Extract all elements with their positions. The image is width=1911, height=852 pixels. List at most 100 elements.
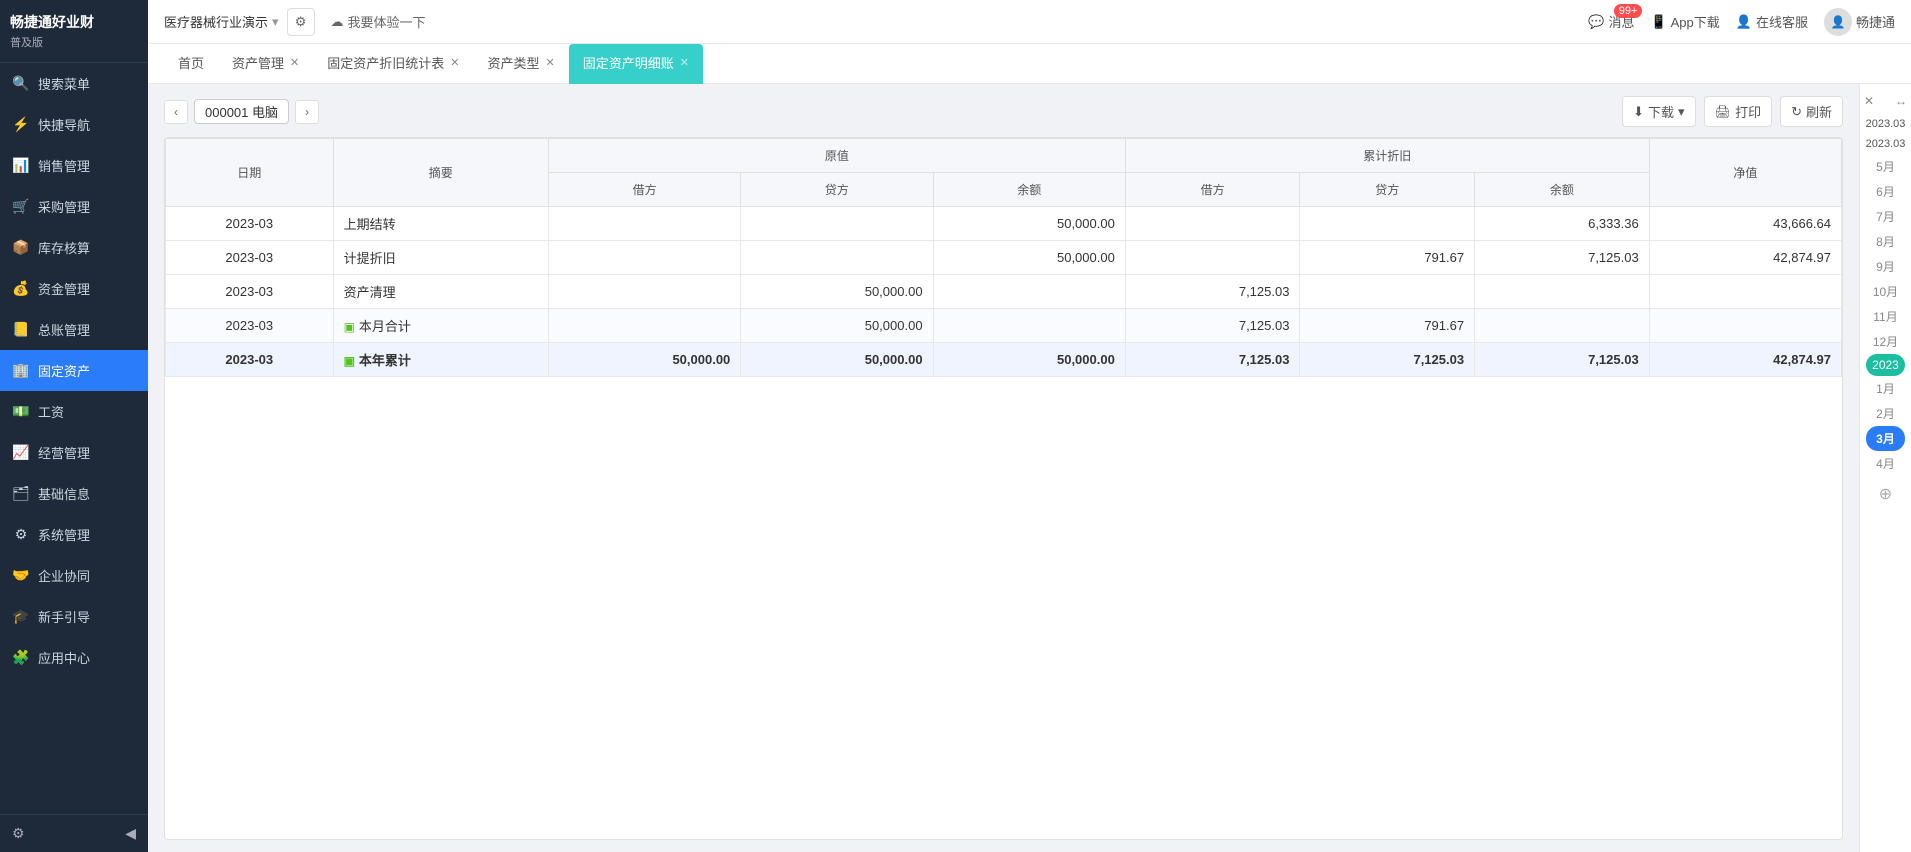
table-row: 2023-03 资产清理 50,000.00 7,125.03 <box>166 275 1842 309</box>
timeline-second-date[interactable]: 2023.03 <box>1860 134 1911 154</box>
cell-orig-credit-4: 50,000.00 <box>741 343 933 377</box>
timeline-item-10[interactable]: 2月 <box>1866 401 1905 426</box>
th-dep-debit: 借方 <box>1125 173 1300 207</box>
cell-net-value-4: 42,874.97 <box>1649 343 1841 377</box>
refresh-label: 刷新 <box>1806 102 1832 121</box>
timeline-item-4[interactable]: 9月 <box>1866 254 1905 279</box>
th-orig-balance: 余额 <box>933 173 1125 207</box>
content-toolbar: ‹ 000001 电脑 › ⬇ 下载 ▾ 🖨 打印 ↻ <box>164 96 1843 127</box>
sidebar-item-capital[interactable]: 💰资金管理 <box>0 268 148 309</box>
message-badge: 99+ <box>1614 4 1643 18</box>
sidebar-item-search[interactable]: 🔍搜索菜单 <box>0 63 148 104</box>
cell-orig-debit-3 <box>549 309 741 343</box>
sidebar-item-inventory[interactable]: 📦库存核算 <box>0 227 148 268</box>
content-area: ‹ 000001 电脑 › ⬇ 下载 ▾ 🖨 打印 ↻ <box>148 84 1911 852</box>
sidebar-item-fixed-asset[interactable]: 🏢固定资产 <box>0 350 148 391</box>
tab-asset-type-close[interactable]: ✕ <box>546 56 555 69</box>
timeline-item-7[interactable]: 12月 <box>1866 329 1905 354</box>
timeline-item-0[interactable]: 5月 <box>1866 154 1905 179</box>
cell-date-1: 2023-03 <box>166 241 334 275</box>
content-main: ‹ 000001 电脑 › ⬇ 下载 ▾ 🖨 打印 ↻ <box>148 84 1859 852</box>
sidebar-item-sales[interactable]: 📊销售管理 <box>0 145 148 186</box>
sidebar-item-ledger[interactable]: 📒总账管理 <box>0 309 148 350</box>
cell-dep-credit-0 <box>1300 207 1475 241</box>
sidebar-item-purchase[interactable]: 🛒采购管理 <box>0 186 148 227</box>
refresh-button[interactable]: ↻ 刷新 <box>1780 96 1843 127</box>
tab-asset-manage-close[interactable]: ✕ <box>290 56 299 69</box>
row-icon-3: ▣ <box>344 320 355 334</box>
timeline-item-9[interactable]: 1月 <box>1866 376 1905 401</box>
sidebar-item-basic-info[interactable]: 🗂基础信息 <box>0 473 148 514</box>
cell-net-value-3 <box>1649 309 1841 343</box>
online-service-button[interactable]: 👤 在线客服 <box>1736 12 1808 31</box>
cell-orig-balance-2 <box>933 275 1125 309</box>
tab-depreciation-close[interactable]: ✕ <box>450 56 459 69</box>
company-selector[interactable]: 医疗器械行业演示 ▾ <box>164 12 279 31</box>
cell-dep-balance-2 <box>1475 275 1650 309</box>
cell-summary-3: ▣本月合计 <box>333 309 548 343</box>
timeline-panel: ✕ ↔ 2023.03 2023.03 5月6月7月8月9月10月11月12月2… <box>1859 84 1911 852</box>
table-row: 2023-03 计提折旧 50,000.00 791.67 7,125.03 4… <box>166 241 1842 275</box>
logo-title: 畅捷通好业财 <box>10 12 138 32</box>
th-summary: 摘要 <box>333 139 548 207</box>
tab-home[interactable]: 首页 <box>164 44 218 84</box>
sidebar-label-search: 搜索菜单 <box>38 74 90 93</box>
timeline-item-8[interactable]: 2023 <box>1866 354 1905 376</box>
sidebar-item-operation[interactable]: 📈经营管理 <box>0 432 148 473</box>
operation-icon: 📈 <box>12 444 30 462</box>
cell-net-value-0: 43,666.64 <box>1649 207 1841 241</box>
tab-bar: 首页 资产管理 ✕ 固定资产折旧统计表 ✕ 资产类型 ✕ 固定资产明细账 ✕ <box>148 44 1911 84</box>
cell-dep-debit-4: 7,125.03 <box>1125 343 1300 377</box>
sidebar-item-salary[interactable]: 💵工资 <box>0 391 148 432</box>
user-avatar[interactable]: 👤 畅捷通 <box>1824 8 1895 36</box>
timeline-item-6[interactable]: 11月 <box>1866 304 1905 329</box>
timeline-add-icon[interactable]: ⊕ <box>1860 480 1911 508</box>
next-asset-button[interactable]: › <box>295 100 319 124</box>
timeline-expand-icon[interactable]: ↔ <box>1895 94 1907 108</box>
print-icon: 🖨 <box>1715 104 1732 120</box>
cell-orig-credit-0 <box>741 207 933 241</box>
sidebar-label-enterprise: 企业协同 <box>38 566 90 585</box>
cell-orig-credit-2: 50,000.00 <box>741 275 933 309</box>
timeline-close-icon[interactable]: ✕ <box>1864 94 1874 108</box>
cell-orig-balance-3 <box>933 309 1125 343</box>
tab-depreciation-table[interactable]: 固定资产折旧统计表 ✕ <box>313 44 473 84</box>
tab-asset-detail-close[interactable]: ✕ <box>680 56 689 69</box>
message-button[interactable]: 💬 消息 99+ <box>1588 12 1634 31</box>
th-original-value-group: 原值 <box>549 139 1126 173</box>
download-button[interactable]: ⬇ 下载 ▾ <box>1622 96 1695 127</box>
basic-info-icon: 🗂 <box>12 485 30 503</box>
tab-asset-detail[interactable]: 固定资产明细账 ✕ <box>569 44 703 84</box>
topbar-settings-button[interactable]: ⚙ <box>287 8 315 36</box>
download-label: 下载 <box>1648 102 1674 121</box>
print-button[interactable]: 🖨 打印 <box>1704 96 1773 127</box>
timeline-item-12[interactable]: 4月 <box>1866 451 1905 476</box>
sidebar-item-sys-manage[interactable]: ⚙系统管理 <box>0 514 148 555</box>
timeline-top-date[interactable]: 2023.03 <box>1860 114 1911 134</box>
tab-asset-type[interactable]: 资产类型 ✕ <box>473 44 568 84</box>
timeline-item-11[interactable]: 3月 <box>1866 426 1905 451</box>
guide-icon: 🎓 <box>12 608 30 626</box>
settings-icon[interactable]: ⚙ <box>12 825 25 842</box>
sidebar-item-app-center[interactable]: 🧩应用中心 <box>0 637 148 678</box>
sidebar-item-guide[interactable]: 🎓新手引导 <box>0 596 148 637</box>
app-download-button[interactable]: 📱 App下载 <box>1650 12 1719 31</box>
sidebar-label-capital: 资金管理 <box>38 279 90 298</box>
cell-orig-credit-3: 50,000.00 <box>741 309 933 343</box>
detail-table-container: 日期 摘要 原值 累计折旧 净值 借方 贷方 余额 借方 贷方 余额 <box>164 137 1843 840</box>
sidebar-footer: ⚙ ◀ <box>0 814 148 852</box>
sidebar-item-enterprise[interactable]: 🤝企业协同 <box>0 555 148 596</box>
timeline-item-5[interactable]: 10月 <box>1866 279 1905 304</box>
prev-asset-button[interactable]: ‹ <box>164 100 188 124</box>
cell-dep-balance-0: 6,333.36 <box>1475 207 1650 241</box>
timeline-item-1[interactable]: 6月 <box>1866 179 1905 204</box>
inventory-icon: 📦 <box>12 239 30 257</box>
collapse-icon[interactable]: ◀ <box>125 825 136 842</box>
timeline-item-3[interactable]: 8月 <box>1866 229 1905 254</box>
sidebar-item-quick-nav[interactable]: ⚡快捷导航 <box>0 104 148 145</box>
tab-asset-manage[interactable]: 资产管理 ✕ <box>218 44 313 84</box>
timeline-item-2[interactable]: 7月 <box>1866 204 1905 229</box>
avatar: 👤 <box>1824 8 1852 36</box>
th-net-value: 净值 <box>1649 139 1841 207</box>
topbar: 医疗器械行业演示 ▾ ⚙ ☁ 我要体验一下 💬 消息 99+ 📱 App下载 👤… <box>148 0 1911 44</box>
